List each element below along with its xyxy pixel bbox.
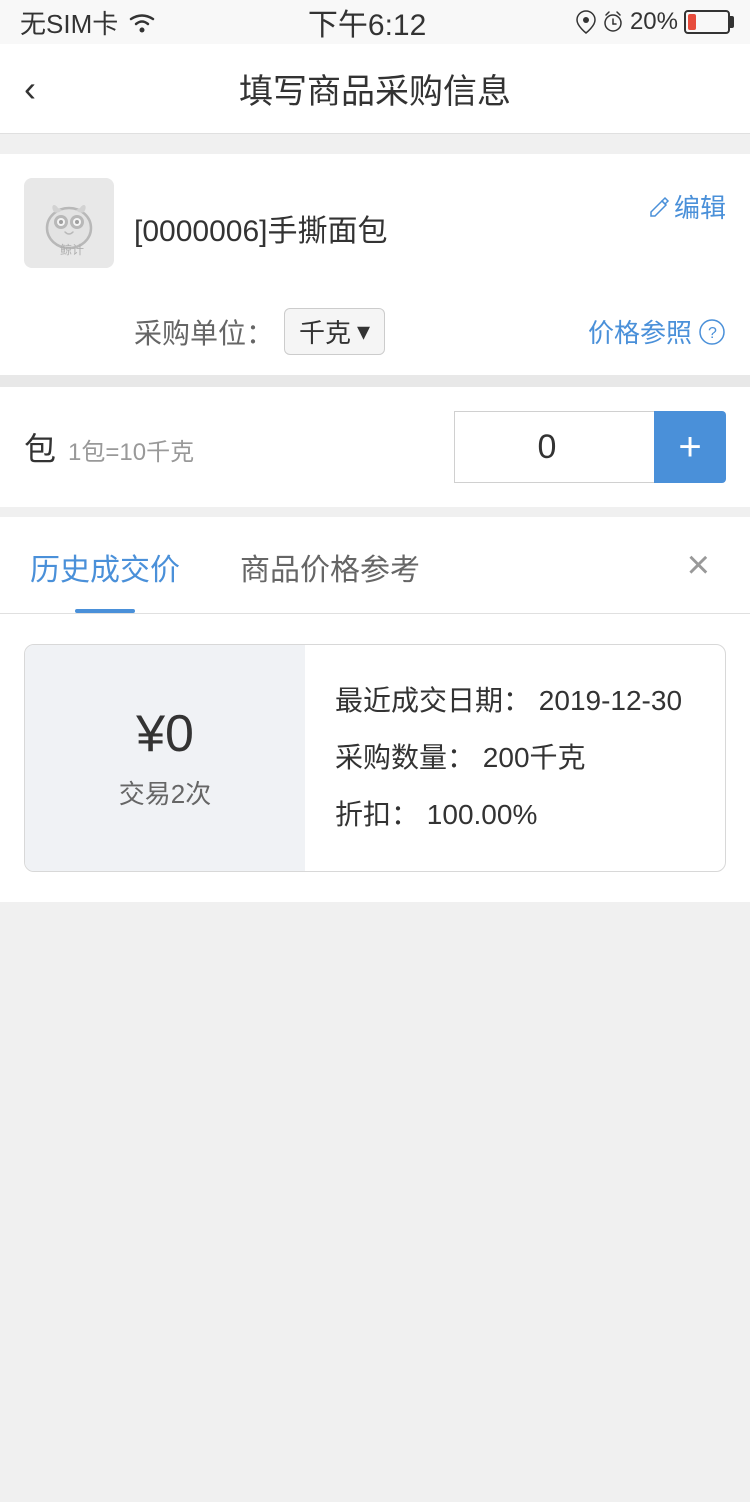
purchase-qty-value: 200千克 — [483, 742, 586, 773]
wifi-icon — [126, 11, 158, 33]
empty-space — [0, 902, 750, 1502]
price-card: ¥0 交易2次 最近成交日期： 2019-12-30 采购数量： 200千克 折… — [24, 644, 726, 872]
discount-row: 折扣： 100.00% — [335, 795, 695, 834]
price-details: 最近成交日期： 2019-12-30 采购数量： 200千克 折扣： 100.0… — [305, 645, 725, 871]
quantity-unit: 包 — [24, 424, 56, 470]
product-name: [0000006]手撕面包 — [134, 206, 387, 250]
price-ref-label: 价格参照 — [588, 313, 692, 350]
nav-bar: ‹ 填写商品采购信息 — [0, 44, 750, 134]
edit-icon — [648, 196, 670, 218]
quantity-plus-button[interactable]: + — [654, 411, 726, 483]
discount-value: 100.00% — [427, 799, 538, 830]
tabs-header: 历史成交价 商品价格参考 × — [0, 517, 750, 614]
carrier-text: 无SIM卡 — [20, 4, 118, 41]
recent-date-label: 最近成交日期： — [335, 685, 531, 716]
brand-logo: 鲸计 — [34, 188, 104, 258]
edit-label[interactable]: 编辑 — [674, 188, 726, 225]
product-section: 鲸计 [0000006]手撕面包 编辑 采购单位： 千克 ▾ 价格参照 — [0, 154, 750, 375]
battery-icon — [684, 10, 730, 34]
product-unit-row: 采购单位： 千克 ▾ 价格参照 ? — [24, 288, 726, 375]
trade-count: 交易2次 — [119, 774, 211, 811]
edit-button[interactable]: 编辑 — [648, 188, 726, 225]
unit-label: 采购单位： — [134, 312, 274, 352]
svg-text:鲸计: 鲸计 — [60, 242, 84, 257]
status-bar: 无SIM卡 下午6:12 20% — [0, 0, 750, 44]
purchase-qty-row: 采购数量： 200千克 — [335, 738, 695, 777]
quantity-input[interactable] — [454, 411, 654, 483]
unit-dropdown-arrow: ▾ — [357, 316, 370, 347]
quantity-row: 包 1包=10千克 + — [0, 387, 750, 507]
recent-date-row: 最近成交日期： 2019-12-30 — [335, 681, 695, 720]
alarm-icon — [602, 10, 624, 34]
section-divider — [0, 375, 750, 387]
location-icon — [576, 10, 596, 34]
unit-select[interactable]: 千克 ▾ — [284, 308, 385, 355]
product-left: 鲸计 [0000006]手撕面包 — [24, 178, 387, 268]
quantity-hint: 1包=10千克 — [68, 432, 194, 467]
discount-label: 折扣： — [335, 799, 419, 830]
svg-text:?: ? — [708, 325, 717, 342]
quantity-label: 包 1包=10千克 — [24, 424, 194, 470]
product-thumbnail: 鲸计 — [24, 178, 114, 268]
tabs-close-button[interactable]: × — [677, 533, 720, 598]
status-right: 20% — [576, 8, 730, 36]
unit-value: 千克 — [299, 313, 351, 350]
price-amount: ¥0 — [136, 704, 194, 764]
quantity-control: + — [454, 411, 726, 483]
battery-percent: 20% — [630, 8, 678, 36]
recent-date-value: 2019-12-30 — [539, 685, 682, 716]
time-display: 下午6:12 — [308, 0, 426, 44]
price-ref-button[interactable]: 价格参照 ? — [588, 313, 726, 350]
tab-history-price[interactable]: 历史成交价 — [30, 517, 180, 613]
tab-content: ¥0 交易2次 最近成交日期： 2019-12-30 采购数量： 200千克 折… — [0, 614, 750, 902]
purchase-qty-label: 采购数量： — [335, 742, 475, 773]
price-summary: ¥0 交易2次 — [25, 645, 305, 871]
tab-price-ref[interactable]: 商品价格参考 — [240, 517, 420, 613]
tabs-list: 历史成交价 商品价格参考 — [30, 517, 420, 613]
product-header: 鲸计 [0000006]手撕面包 编辑 — [24, 178, 726, 268]
page-title: 填写商品采购信息 — [239, 64, 511, 113]
question-icon: ? — [698, 318, 726, 346]
tabs-section: 历史成交价 商品价格参考 × ¥0 交易2次 最近成交日期： 2019-12-3… — [0, 517, 750, 902]
status-left: 无SIM卡 — [20, 4, 158, 41]
back-button[interactable]: ‹ — [24, 68, 36, 110]
